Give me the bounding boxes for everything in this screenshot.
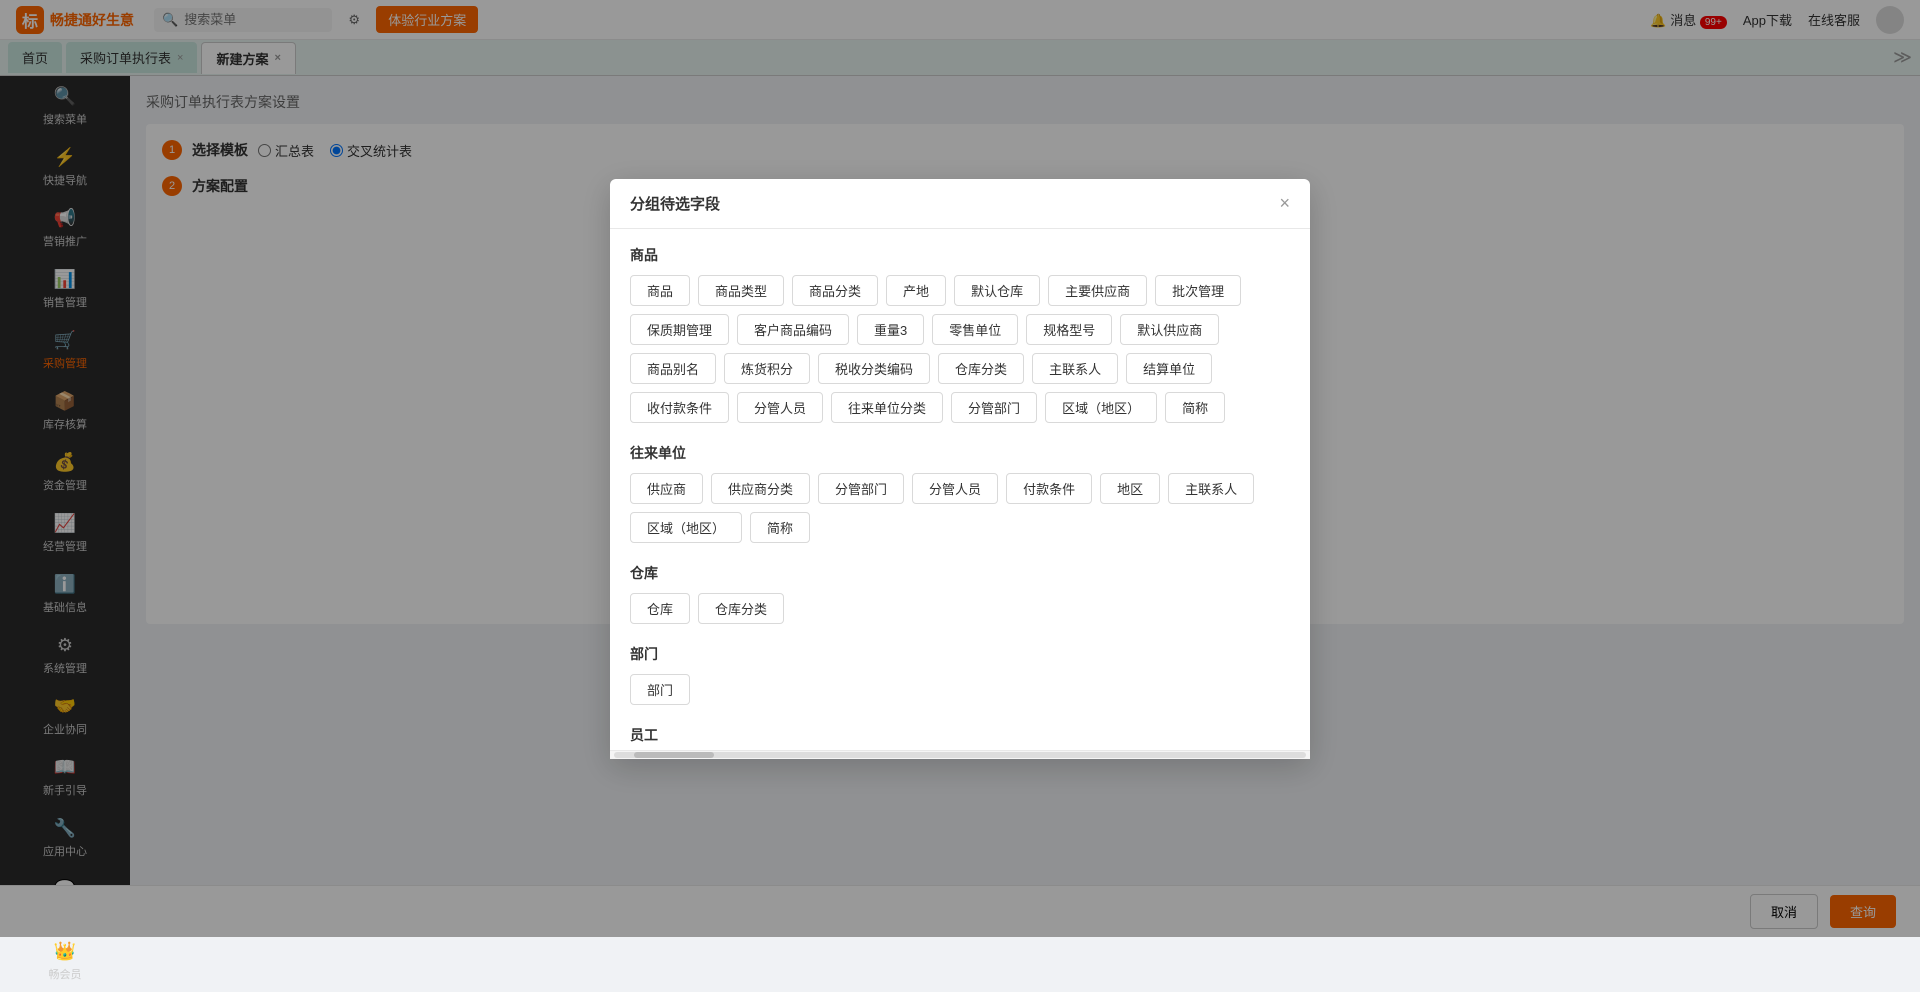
field-tag-product-9[interactable]: 客户商品编码 [737,314,849,345]
modal-hscroll-thumb[interactable] [634,752,714,758]
field-tag-dept-1[interactable]: 部门 [630,674,690,705]
field-tag-partner-8[interactable]: 区域（地区） [630,512,742,543]
modal-body[interactable]: 商品 商品 商品类型 商品分类 产地 默认仓库 主要供应商 批次管理 保质期管理… [610,229,1310,750]
field-tag-product-6[interactable]: 主要供应商 [1048,275,1147,306]
field-tag-product-20[interactable]: 收付款条件 [630,392,729,423]
modal-hscroll-track [614,752,1306,758]
field-tag-warehouse-1[interactable]: 仓库 [630,593,690,624]
field-tags-partner: 供应商 供应商分类 分管部门 分管人员 付款条件 地区 主联系人 区域（地区） … [630,473,1290,543]
field-tag-partner-4[interactable]: 分管人员 [912,473,998,504]
field-tags-dept: 部门 [630,674,1290,705]
modal-title: 分组待选字段 [630,193,720,214]
field-group-dept: 部门 部门 [630,644,1290,705]
field-tag-product-18[interactable]: 主联系人 [1032,353,1118,384]
member-icon: 👑 [54,941,76,962]
field-tag-partner-6[interactable]: 地区 [1100,473,1160,504]
field-tag-product-12[interactable]: 规格型号 [1026,314,1112,345]
sidebar-item-member[interactable]: 👑 畅会员 [0,931,130,992]
field-tag-product-19[interactable]: 结算单位 [1126,353,1212,384]
field-group-warehouse: 仓库 仓库 仓库分类 [630,563,1290,624]
field-tag-warehouse-2[interactable]: 仓库分类 [698,593,784,624]
field-tags-product: 商品 商品类型 商品分类 产地 默认仓库 主要供应商 批次管理 保质期管理 客户… [630,275,1290,423]
field-tag-product-22[interactable]: 往来单位分类 [831,392,943,423]
modal: 分组待选字段 × 商品 商品 商品类型 商品分类 产地 默认仓库 主要供应商 批… [610,179,1310,759]
sidebar-bottom: 👑 畅会员 [0,930,130,992]
field-tag-product-8[interactable]: 保质期管理 [630,314,729,345]
field-tag-partner-1[interactable]: 供应商 [630,473,703,504]
sidebar-item-member-label: 畅会员 [49,966,82,982]
field-tag-product-17[interactable]: 仓库分类 [938,353,1024,384]
field-tag-product-4[interactable]: 产地 [886,275,946,306]
modal-overlay: 分组待选字段 × 商品 商品 商品类型 商品分类 产地 默认仓库 主要供应商 批… [0,0,1920,937]
field-tag-product-1[interactable]: 商品 [630,275,690,306]
field-tag-product-24[interactable]: 区域（地区） [1045,392,1157,423]
field-tag-product-10[interactable]: 重量3 [857,314,924,345]
field-tags-warehouse: 仓库 仓库分类 [630,593,1290,624]
field-group-dept-title: 部门 [630,644,1290,664]
field-tag-product-16[interactable]: 税收分类编码 [818,353,930,384]
field-tag-product-21[interactable]: 分管人员 [737,392,823,423]
modal-close-button[interactable]: × [1279,193,1290,214]
field-group-product: 商品 商品 商品类型 商品分类 产地 默认仓库 主要供应商 批次管理 保质期管理… [630,245,1290,423]
field-group-partner: 往来单位 供应商 供应商分类 分管部门 分管人员 付款条件 地区 主联系人 区域… [630,443,1290,543]
field-tag-product-7[interactable]: 批次管理 [1155,275,1241,306]
field-tag-product-25[interactable]: 简称 [1165,392,1225,423]
field-tag-product-3[interactable]: 商品分类 [792,275,878,306]
modal-hscroll[interactable] [610,750,1310,759]
modal-header: 分组待选字段 × [610,179,1310,229]
field-tag-product-15[interactable]: 炼货积分 [724,353,810,384]
field-tag-product-2[interactable]: 商品类型 [698,275,784,306]
field-tag-partner-2[interactable]: 供应商分类 [711,473,810,504]
field-tag-partner-9[interactable]: 简称 [750,512,810,543]
field-tag-product-14[interactable]: 商品别名 [630,353,716,384]
field-group-employee-title: 员工 [630,725,1290,745]
field-tag-product-11[interactable]: 零售单位 [932,314,1018,345]
field-tag-partner-3[interactable]: 分管部门 [818,473,904,504]
field-tag-partner-7[interactable]: 主联系人 [1168,473,1254,504]
field-group-product-title: 商品 [630,245,1290,265]
field-group-warehouse-title: 仓库 [630,563,1290,583]
field-group-employee: 员工 业务员 [630,725,1290,750]
field-tag-partner-5[interactable]: 付款条件 [1006,473,1092,504]
field-tag-product-13[interactable]: 默认供应商 [1120,314,1219,345]
field-tag-product-23[interactable]: 分管部门 [951,392,1037,423]
field-tag-product-5[interactable]: 默认仓库 [954,275,1040,306]
field-group-partner-title: 往来单位 [630,443,1290,463]
